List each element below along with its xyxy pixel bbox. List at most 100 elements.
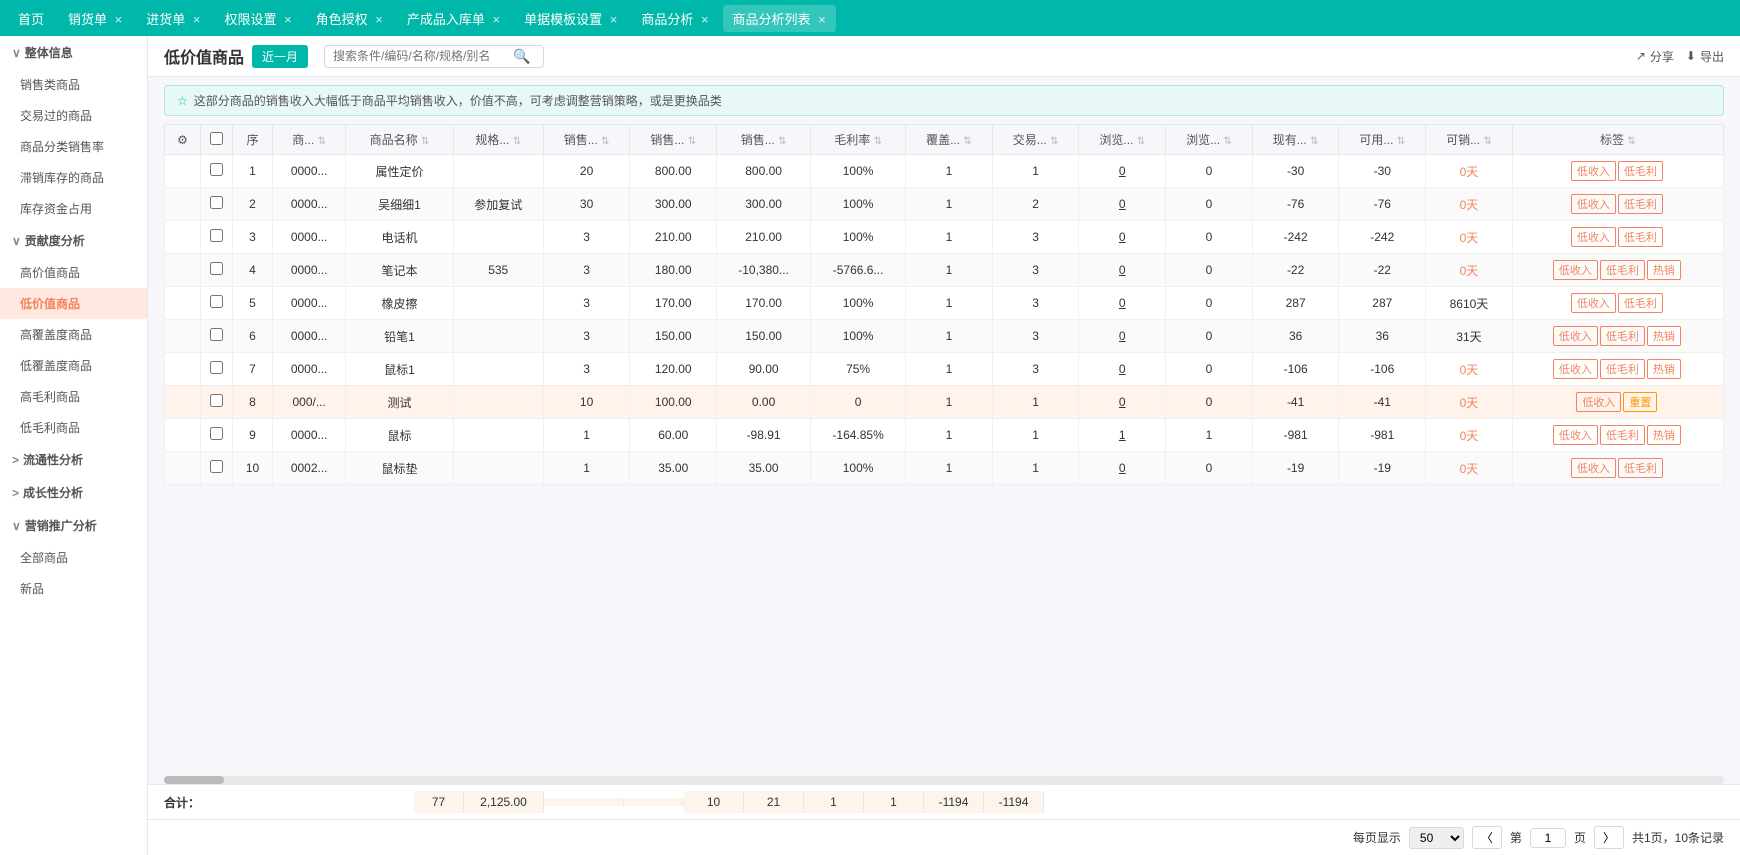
sidebar-item-high-coverage[interactable]: 高覆盖度商品: [0, 319, 147, 350]
th-cover[interactable]: 覆盖... ⇅: [906, 125, 993, 155]
sidebar-item-traded-goods[interactable]: 交易过的商品: [0, 100, 147, 131]
nav-analysis-list[interactable]: 商品分析列表 ×: [723, 5, 836, 32]
cell-check[interactable]: [201, 254, 233, 287]
cell-check[interactable]: [201, 320, 233, 353]
nav-warehouse[interactable]: 产成品入库单 ×: [397, 5, 510, 32]
sidebar-item-low-coverage[interactable]: 低覆盖度商品: [0, 350, 147, 381]
nav-analysis[interactable]: 商品分析 ×: [631, 5, 718, 32]
th-code[interactable]: 商... ⇅: [273, 125, 346, 155]
cell-check[interactable]: [201, 287, 233, 320]
cell-view1[interactable]: 0: [1079, 188, 1166, 221]
th-name[interactable]: 商品名称 ⇅: [346, 125, 453, 155]
th-gross-rate[interactable]: 毛利率 ⇅: [811, 125, 906, 155]
cell-view1[interactable]: 0: [1079, 287, 1166, 320]
sidebar-item-category-rate[interactable]: 商品分类销售率: [0, 131, 147, 162]
th-gear[interactable]: ⚙: [165, 125, 201, 155]
row-checkbox[interactable]: [210, 229, 223, 242]
sidebar-item-low-value[interactable]: 低价值商品: [0, 288, 147, 319]
th-sellable[interactable]: 可销... ⇅: [1426, 125, 1513, 155]
sidebar-item-new-goods[interactable]: 新品: [0, 573, 147, 604]
th-sale-cost[interactable]: 销售... ⇅: [717, 125, 811, 155]
row-checkbox[interactable]: [210, 394, 223, 407]
cell-view1[interactable]: 0: [1079, 155, 1166, 188]
nav-warehouse-close[interactable]: ×: [493, 12, 501, 27]
row-checkbox[interactable]: [210, 163, 223, 176]
cell-view1[interactable]: 0: [1079, 221, 1166, 254]
nav-purchase-close[interactable]: ×: [193, 12, 201, 27]
export-button[interactable]: ⬇ 导出: [1686, 48, 1724, 65]
sidebar-item-high-margin[interactable]: 高毛利商品: [0, 381, 147, 412]
cell-check[interactable]: [201, 353, 233, 386]
view1-link[interactable]: 0: [1119, 230, 1126, 244]
page-size-select[interactable]: 50 100: [1409, 827, 1464, 849]
search-icon[interactable]: 🔍: [513, 48, 530, 65]
cell-check[interactable]: [201, 386, 233, 419]
row-checkbox[interactable]: [210, 460, 223, 473]
search-input[interactable]: [333, 49, 513, 63]
row-checkbox[interactable]: [210, 328, 223, 341]
sidebar-group-overall[interactable]: ∨整体信息: [0, 36, 147, 69]
nav-purchase[interactable]: 进货单 ×: [136, 5, 210, 32]
nav-analysis-close[interactable]: ×: [701, 12, 709, 27]
sidebar-item-low-margin[interactable]: 低毛利商品: [0, 412, 147, 443]
th-stock[interactable]: 现有... ⇅: [1252, 125, 1339, 155]
sidebar-item-high-value[interactable]: 高价值商品: [0, 257, 147, 288]
view1-link[interactable]: 0: [1119, 197, 1126, 211]
th-available[interactable]: 可用... ⇅: [1339, 125, 1426, 155]
row-checkbox[interactable]: [210, 295, 223, 308]
view1-link[interactable]: 0: [1119, 164, 1126, 178]
view1-link[interactable]: 1: [1119, 428, 1126, 442]
nav-permission[interactable]: 权限设置 ×: [214, 5, 301, 32]
cell-check[interactable]: [201, 188, 233, 221]
scrollbar-thumb[interactable]: [164, 776, 224, 784]
nav-template[interactable]: 单据模板设置 ×: [514, 5, 627, 32]
nav-role[interactable]: 角色授权 ×: [306, 5, 393, 32]
filter-recent-month-button[interactable]: 近一月: [252, 45, 308, 68]
view1-link[interactable]: 0: [1119, 362, 1126, 376]
nav-template-close[interactable]: ×: [610, 12, 618, 27]
sidebar-item-sales-goods[interactable]: 销售类商品: [0, 69, 147, 100]
cell-view1[interactable]: 0: [1079, 452, 1166, 485]
cell-view1[interactable]: 0: [1079, 254, 1166, 287]
cell-view1[interactable]: 1: [1079, 419, 1166, 452]
table-container[interactable]: ⚙ 序 商... ⇅ 商品名称 ⇅ 规格... ⇅ 销售... ⇅ 销售... …: [148, 124, 1740, 776]
sidebar-group-flow[interactable]: >流通性分析: [0, 443, 147, 476]
nav-home[interactable]: 首页: [8, 5, 54, 32]
view1-link[interactable]: 0: [1119, 461, 1126, 475]
sidebar-item-all-goods[interactable]: 全部商品: [0, 542, 147, 573]
view1-link[interactable]: 0: [1119, 395, 1126, 409]
prev-page-button[interactable]: 〈: [1472, 826, 1502, 849]
cell-view1[interactable]: 0: [1079, 353, 1166, 386]
page-input[interactable]: [1530, 828, 1566, 848]
th-tags[interactable]: 标签 ⇅: [1512, 125, 1723, 155]
th-sale-qty[interactable]: 销售... ⇅: [543, 125, 630, 155]
row-checkbox[interactable]: [210, 361, 223, 374]
sidebar-group-contribution[interactable]: ∨贡献度分析: [0, 224, 147, 257]
nav-sales[interactable]: 销货单 ×: [58, 5, 132, 32]
cell-check[interactable]: [201, 452, 233, 485]
horizontal-scrollbar[interactable]: [164, 776, 1724, 784]
cell-check[interactable]: [201, 155, 233, 188]
cell-check[interactable]: [201, 221, 233, 254]
row-checkbox[interactable]: [210, 427, 223, 440]
th-trade[interactable]: 交易... ⇅: [992, 125, 1079, 155]
cell-check[interactable]: [201, 419, 233, 452]
th-view1[interactable]: 浏览... ⇅: [1079, 125, 1166, 155]
th-view2[interactable]: 浏览... ⇅: [1166, 125, 1253, 155]
nav-sales-close[interactable]: ×: [115, 12, 123, 27]
cell-view1[interactable]: 0: [1079, 386, 1166, 419]
nav-analysis-list-close[interactable]: ×: [818, 12, 826, 27]
view1-link[interactable]: 0: [1119, 263, 1126, 277]
view1-link[interactable]: 0: [1119, 296, 1126, 310]
sidebar-group-growth[interactable]: >成长性分析: [0, 476, 147, 509]
row-checkbox[interactable]: [210, 262, 223, 275]
sidebar-item-capital[interactable]: 库存资金占用: [0, 193, 147, 224]
nav-permission-close[interactable]: ×: [284, 12, 292, 27]
sidebar-group-marketing[interactable]: ∨营销推广分析: [0, 509, 147, 542]
th-check[interactable]: [201, 125, 233, 155]
row-checkbox[interactable]: [210, 196, 223, 209]
sidebar-item-slow-goods[interactable]: 滞销库存的商品: [0, 162, 147, 193]
select-all-checkbox[interactable]: [210, 132, 223, 145]
next-page-button[interactable]: 〉: [1594, 826, 1624, 849]
cell-view1[interactable]: 0: [1079, 320, 1166, 353]
